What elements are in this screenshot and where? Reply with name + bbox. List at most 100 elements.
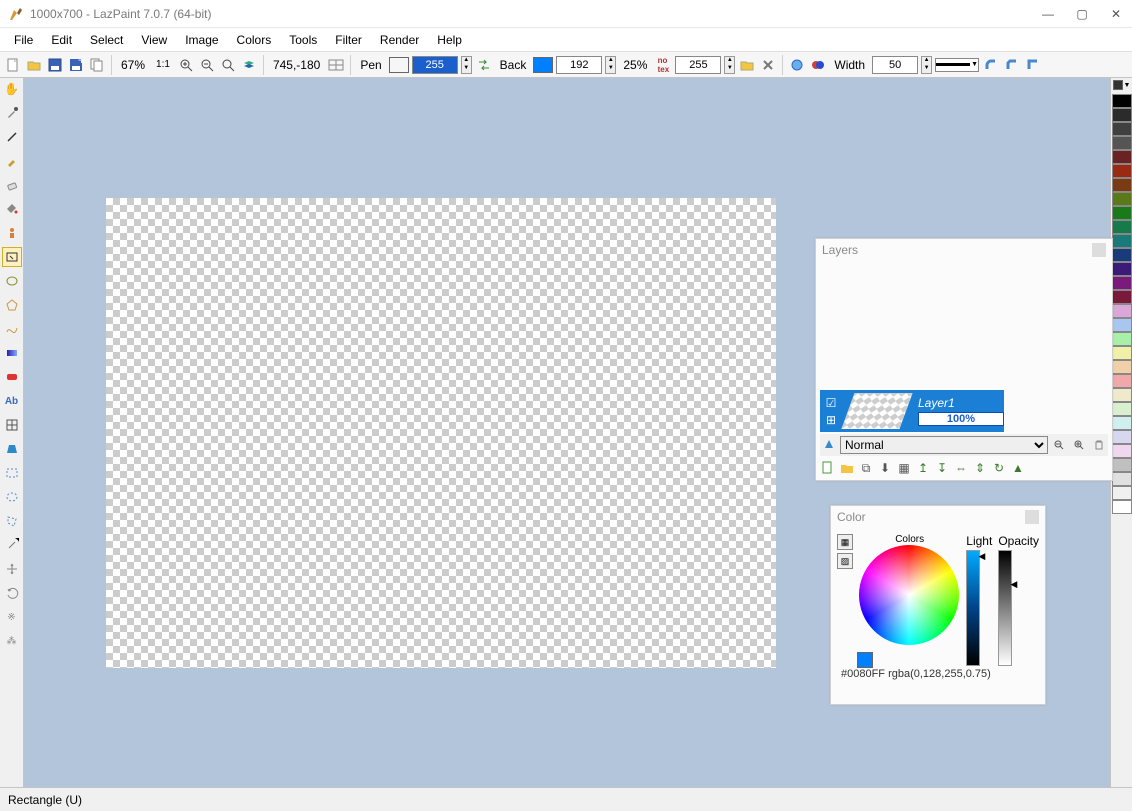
layer-misc-icon[interactable]: ▲ <box>1010 460 1026 476</box>
eraser-tool-icon[interactable] <box>2 175 22 195</box>
palette-swatch[interactable] <box>1112 402 1132 416</box>
shape-tool-icon[interactable] <box>2 367 22 387</box>
palette-swatch[interactable] <box>1112 374 1132 388</box>
texture-open-icon[interactable] <box>738 56 756 74</box>
color-close-icon[interactable] <box>1025 510 1039 524</box>
menu-image[interactable]: Image <box>177 31 226 49</box>
zoom-fit-icon[interactable] <box>219 56 237 74</box>
close-button[interactable]: ✕ <box>1108 7 1124 21</box>
layer-open-icon[interactable] <box>839 460 855 476</box>
gradient-tool-icon[interactable] <box>2 343 22 363</box>
current-color-swatch[interactable] <box>857 652 873 668</box>
pen-color-swatch[interactable] <box>389 57 409 73</box>
perspective-tool-icon[interactable] <box>2 439 22 459</box>
palette-swatch[interactable] <box>1112 318 1132 332</box>
palette-swatch[interactable] <box>1112 206 1132 220</box>
deform-tool-icon[interactable] <box>2 415 22 435</box>
layer-up-icon[interactable]: ↥ <box>915 460 931 476</box>
palette-swatch[interactable] <box>1112 458 1132 472</box>
palette-drop-icon[interactable]: ▼ <box>1124 82 1131 89</box>
layer-dup-icon[interactable]: ⧉ <box>858 460 874 476</box>
palette-swatch[interactable] <box>1112 122 1132 136</box>
palette-swatch[interactable] <box>1112 290 1132 304</box>
palette-swatch[interactable] <box>1112 472 1132 486</box>
pen-tool-icon[interactable] <box>2 127 22 147</box>
tex-spinner[interactable]: ▲▼ <box>724 56 735 74</box>
palette-swatch[interactable] <box>1112 150 1132 164</box>
layers-panel[interactable]: Layers ☑⊞ Layer1 100% Normal <box>815 238 1113 481</box>
zoom-out-icon[interactable] <box>198 56 216 74</box>
width-spinner[interactable]: ▲▼ <box>921 56 932 74</box>
menu-render[interactable]: Render <box>372 31 427 49</box>
layer-lock-icon[interactable]: ⊞ <box>826 413 836 427</box>
layers-stack-icon[interactable] <box>240 56 258 74</box>
palette-swatch[interactable] <box>1112 360 1132 374</box>
join-miter-icon[interactable] <box>1024 56 1042 74</box>
back-spinner[interactable]: ▲▼ <box>605 56 616 74</box>
text-tool-icon[interactable]: Ab <box>2 391 22 411</box>
palette-swatch[interactable] <box>1112 388 1132 402</box>
layer-zoom-in-icon[interactable] <box>1070 436 1088 454</box>
layer-zoom-out-icon[interactable] <box>1050 436 1068 454</box>
join-round-icon[interactable] <box>982 56 1000 74</box>
copy-icon[interactable] <box>88 56 106 74</box>
grid-toggle-icon[interactable] <box>327 56 345 74</box>
layer-thumbnail[interactable] <box>841 393 912 429</box>
canvas[interactable] <box>106 198 776 668</box>
palette-swatch[interactable] <box>1112 332 1132 346</box>
menu-tools[interactable]: Tools <box>281 31 325 49</box>
layer-hflip-icon[interactable]: ⇔ <box>953 460 969 476</box>
menu-colors[interactable]: Colors <box>229 31 280 49</box>
palette-swatch[interactable] <box>1112 444 1132 458</box>
lightness-slider[interactable]: ◀ <box>966 550 980 666</box>
minimize-button[interactable]: — <box>1040 7 1056 21</box>
color-wheel[interactable]: Colors <box>859 534 960 666</box>
save-as-icon[interactable]: + <box>67 56 85 74</box>
palette-swatch[interactable] <box>1112 304 1132 318</box>
open-folder-icon[interactable] <box>25 56 43 74</box>
blend-mode-select[interactable]: Normal <box>840 436 1048 454</box>
rotate-selection-icon[interactable] <box>2 583 22 603</box>
menu-file[interactable]: File <box>6 31 41 49</box>
back-value-input[interactable] <box>556 56 602 74</box>
color-remove-icon[interactable]: ▨ <box>837 553 853 569</box>
layer-merge-icon[interactable]: ⬇ <box>877 460 893 476</box>
palette-swatch[interactable] <box>1112 178 1132 192</box>
pen-spinner[interactable]: ▲▼ <box>461 56 472 74</box>
save-icon[interactable] <box>46 56 64 74</box>
layer-opacity[interactable]: 100% <box>918 412 1004 426</box>
color-panel-header[interactable]: Color <box>831 506 1045 528</box>
select-ellipse-icon[interactable] <box>2 487 22 507</box>
new-file-icon[interactable] <box>4 56 22 74</box>
palette-swatch[interactable] <box>1112 192 1132 206</box>
ellipse-tool-icon[interactable] <box>2 271 22 291</box>
layer-new-icon[interactable] <box>820 460 836 476</box>
palette-swatch[interactable] <box>1112 136 1132 150</box>
layer-vflip-icon[interactable]: ⇕ <box>972 460 988 476</box>
ratio-label[interactable]: 1:1 <box>152 59 174 70</box>
effects-icon1[interactable]: ※ <box>2 607 22 627</box>
palette-swatch[interactable] <box>1112 500 1132 514</box>
layer-rot-icon[interactable]: ↻ <box>991 460 1007 476</box>
canvas-area[interactable]: Layers ☑⊞ Layer1 100% Normal <box>24 78 1110 787</box>
shape-mode1-icon[interactable] <box>788 56 806 74</box>
polygon-tool-icon[interactable] <box>2 295 22 315</box>
layers-panel-header[interactable]: Layers <box>816 239 1112 261</box>
layer-delete-icon[interactable] <box>1090 436 1108 454</box>
width-input[interactable] <box>872 56 918 74</box>
palette-swatch[interactable] <box>1112 94 1132 108</box>
layer-down-icon[interactable]: ↧ <box>934 460 950 476</box>
menu-edit[interactable]: Edit <box>43 31 80 49</box>
palette-swatch[interactable] <box>1112 416 1132 430</box>
menu-filter[interactable]: Filter <box>327 31 370 49</box>
palette-swatch[interactable] <box>1112 220 1132 234</box>
fill-tool-icon[interactable] <box>2 199 22 219</box>
layer-item[interactable]: ☑⊞ Layer1 100% <box>820 390 1004 432</box>
select-poly-icon[interactable] <box>2 511 22 531</box>
palette-swatch[interactable] <box>1112 486 1132 500</box>
opacity-slider[interactable]: ◀ <box>998 550 1012 666</box>
palette-swatch[interactable] <box>1112 276 1132 290</box>
line-style-selector[interactable]: ▼ <box>935 58 979 72</box>
zoom-in-icon[interactable] <box>177 56 195 74</box>
palette-swatch[interactable] <box>1112 346 1132 360</box>
